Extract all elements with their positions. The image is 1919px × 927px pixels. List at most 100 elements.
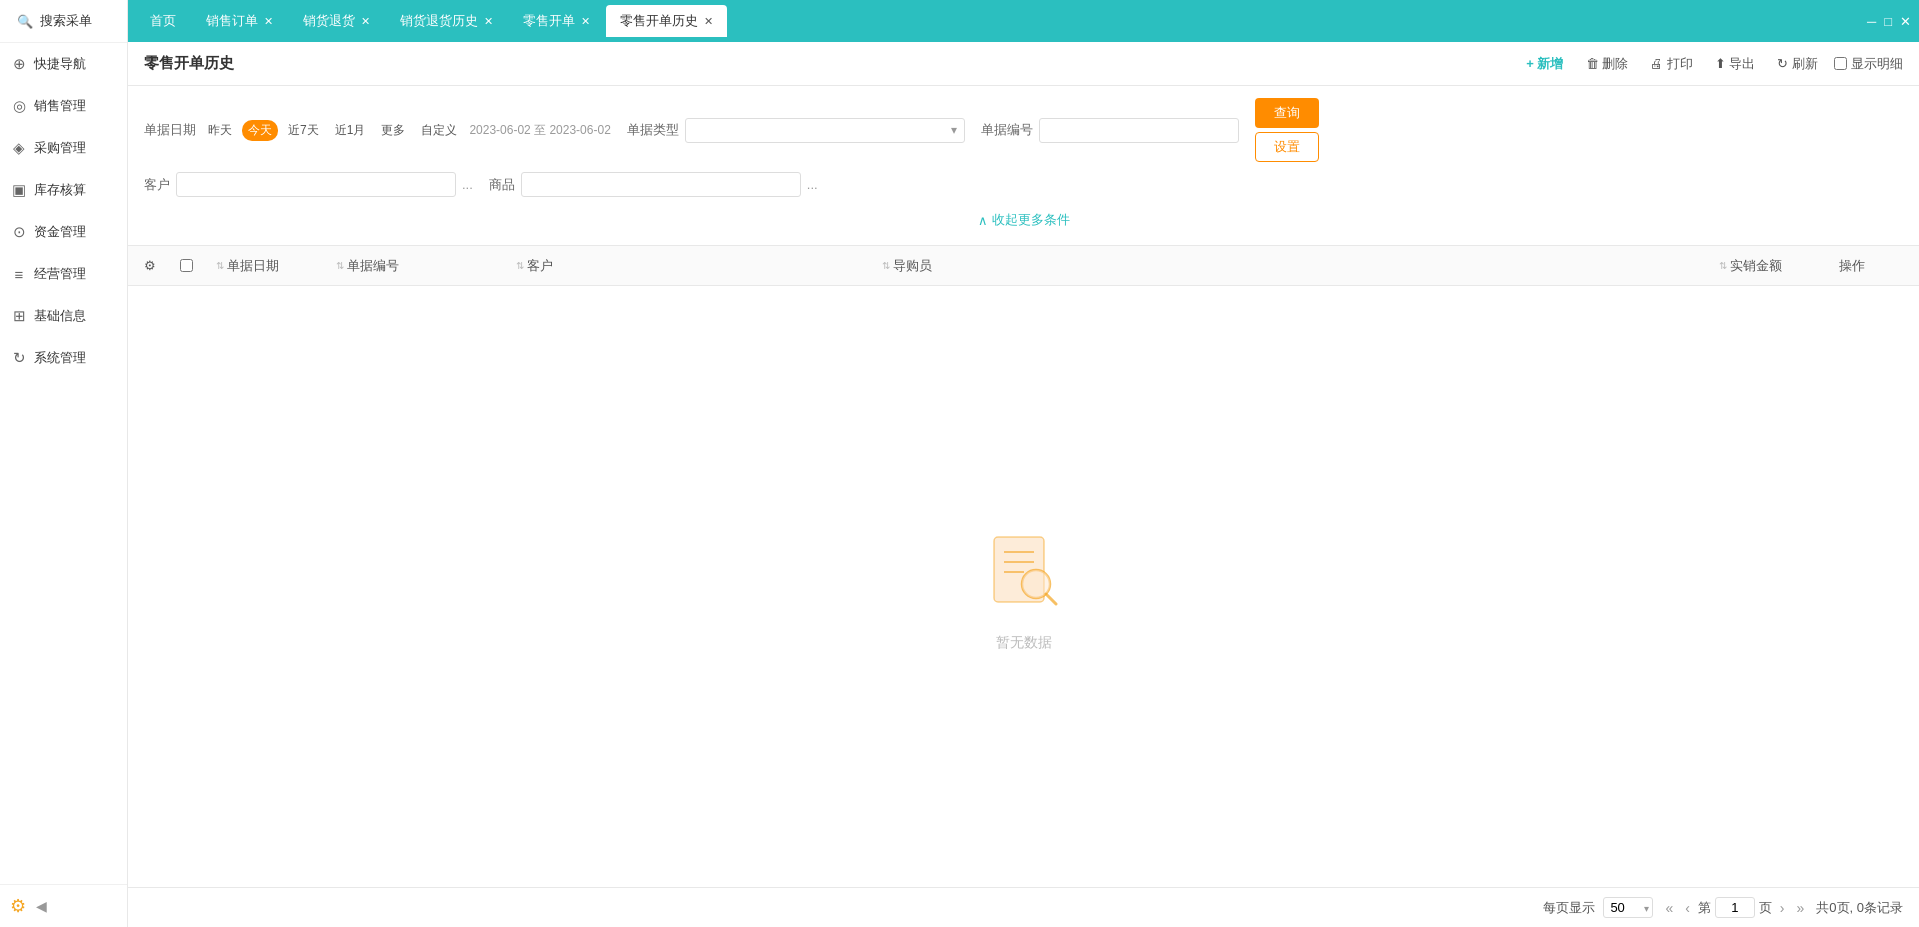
tab-retail-open[interactable]: 零售开单 ✕ [509,5,604,37]
sidebar-item-purchase[interactable]: ◈ 采购管理 [0,127,127,169]
customer-input[interactable] [176,172,456,197]
display-detail-input[interactable] [1834,57,1847,70]
display-detail-checkbox[interactable]: 显示明细 [1834,55,1903,73]
filter-type-field: 单据类型 [627,118,965,143]
settings-gear-icon[interactable]: ⚙ [10,895,26,917]
tab-sales-return[interactable]: 销货退货 ✕ [289,5,384,37]
type-label: 单据类型 [627,121,679,139]
goods-dots[interactable]: ... [807,177,818,192]
sidebar-item-finance[interactable]: ⊙ 资金管理 [0,211,127,253]
tabs-bar: 首页 销售订单 ✕ 销货退货 ✕ 销货退货历史 ✕ 零售开单 ✕ 零售开单历史 … [128,0,1919,42]
add-button[interactable]: + 新增 [1520,51,1569,77]
sidebar-item-sales[interactable]: ◎ 销售管理 [0,85,127,127]
print-button[interactable]: 🖨 打印 [1644,51,1699,77]
tab-sales-order[interactable]: 销售订单 ✕ [192,5,287,37]
filter-goods-field: 商品 ... [489,172,818,197]
date-btn-7days[interactable]: 近7天 [282,120,325,141]
sidebar-item-label: 库存核算 [34,181,86,199]
sidebar-item-label: 销售管理 [34,97,86,115]
collapse-arrow-icon: ∧ [978,213,988,228]
export-button[interactable]: ⬆ 导出 [1709,51,1762,77]
sales-icon: ◎ [10,97,28,115]
tab-sales-order-close[interactable]: ✕ [264,15,273,28]
date-label: 单据日期 [144,121,196,139]
goods-input[interactable] [521,172,801,197]
tab-sales-return-history-label: 销货退货历史 [400,12,478,30]
type-select[interactable] [685,118,965,143]
collapse-sidebar-icon[interactable]: ◀ [36,898,47,914]
page-input[interactable] [1715,897,1755,918]
date-btn-yesterday[interactable]: 昨天 [202,120,238,141]
date-btn-more[interactable]: 更多 [375,120,411,141]
per-page-label: 每页显示 [1543,899,1595,917]
toolbar: 零售开单历史 + 新增 🗑 删除 🖨 打印 ⬆ 导出 ↻ 刷新 显示明细 [128,42,1919,86]
tab-retail-history[interactable]: 零售开单历史 ✕ [606,5,727,37]
minimize-button[interactable]: ─ [1867,14,1876,29]
tab-home[interactable]: 首页 [136,5,190,37]
per-page-select[interactable]: 50 10 20 100 [1603,897,1653,918]
th-date[interactable]: ⇅ 单据日期 [208,257,328,275]
filter-date-field: 单据日期 昨天 今天 近7天 近1月 更多 自定义 2023-06-02 至 2… [144,120,611,141]
sidebar-item-system[interactable]: ↻ 系统管理 [0,337,127,379]
tab-home-label: 首页 [150,12,176,30]
empty-text: 暂无数据 [996,634,1052,652]
goods-label: 商品 [489,176,515,194]
th-operation-label: 操作 [1839,257,1865,275]
tab-retail-open-close[interactable]: ✕ [581,15,590,28]
purchase-icon: ◈ [10,139,28,157]
tab-sales-return-history[interactable]: 销货退货历史 ✕ [386,5,507,37]
sidebar-item-label: 系统管理 [34,349,86,367]
last-page-button[interactable]: » [1793,898,1809,918]
empty-state: 暂无数据 [128,286,1919,887]
select-all-checkbox[interactable] [180,259,193,272]
sidebar-item-operations[interactable]: ≡ 经营管理 [0,253,127,295]
page-nav: « ‹ 第 页 › » [1661,897,1808,918]
next-page-button[interactable]: › [1776,898,1789,918]
sort-icon: ⇅ [516,260,524,271]
collapse-button[interactable]: ∧ 收起更多条件 [144,207,1903,233]
tab-sales-order-label: 销售订单 [206,12,258,30]
empty-icon [974,522,1074,622]
sort-icon: ⇅ [882,260,890,271]
tab-sales-return-close[interactable]: ✕ [361,15,370,28]
filter-number-field: 单据编号 [981,118,1239,143]
sort-icon: ⇅ [216,260,224,271]
query-button[interactable]: 查询 [1255,98,1319,128]
delete-button[interactable]: 🗑 删除 [1580,51,1635,77]
refresh-button[interactable]: ↻ 刷新 [1771,51,1824,77]
table-header: ⚙ ⇅ 单据日期 ⇅ 单据编号 ⇅ 客户 ⇅ 导购员 ⇅ [128,246,1919,286]
sidebar-item-quick-nav[interactable]: ⊕ 快捷导航 [0,43,127,85]
first-page-button[interactable]: « [1661,898,1677,918]
th-number[interactable]: ⇅ 单据编号 [328,257,508,275]
sidebar-item-inventory[interactable]: ▣ 库存核算 [0,169,127,211]
th-amount-label: 实销金额 [1730,257,1782,275]
maximize-button[interactable]: □ [1884,14,1892,29]
collapse-label: 收起更多条件 [992,211,1070,229]
th-checkbox[interactable] [172,259,208,272]
number-input[interactable] [1039,118,1239,143]
th-number-label: 单据编号 [347,257,399,275]
th-settings[interactable]: ⚙ [136,258,172,273]
customer-dots[interactable]: ... [462,177,473,192]
tab-retail-history-close[interactable]: ✕ [704,15,713,28]
th-customer[interactable]: ⇅ 客户 [508,257,874,275]
quick-nav-icon: ⊕ [10,55,28,73]
gear-icon: ⚙ [144,258,156,273]
finance-icon: ⊙ [10,223,28,241]
date-btn-custom[interactable]: 自定义 [415,120,463,141]
system-icon: ↻ [10,349,28,367]
th-guide-label: 导购员 [893,257,932,275]
pagination: 每页显示 50 10 20 100 « ‹ 第 页 › » 共0页, 0条记录 [128,887,1919,927]
filter-row-2: 客户 ... 商品 ... [144,172,1903,197]
tab-sales-return-history-close[interactable]: ✕ [484,15,493,28]
settings-button[interactable]: 设置 [1255,132,1319,162]
date-filter-buttons: 昨天 今天 近7天 近1月 更多 自定义 [202,120,463,141]
date-btn-1month[interactable]: 近1月 [329,120,372,141]
sidebar-item-basic[interactable]: ⊞ 基础信息 [0,295,127,337]
close-button[interactable]: ✕ [1900,14,1911,29]
prev-page-button[interactable]: ‹ [1681,898,1694,918]
th-amount[interactable]: ⇅ 实销金额 [1711,257,1831,275]
th-guide[interactable]: ⇅ 导购员 [874,257,994,275]
date-btn-today[interactable]: 今天 [242,120,278,141]
sidebar-search[interactable]: 🔍 搜索采单 [0,0,127,43]
